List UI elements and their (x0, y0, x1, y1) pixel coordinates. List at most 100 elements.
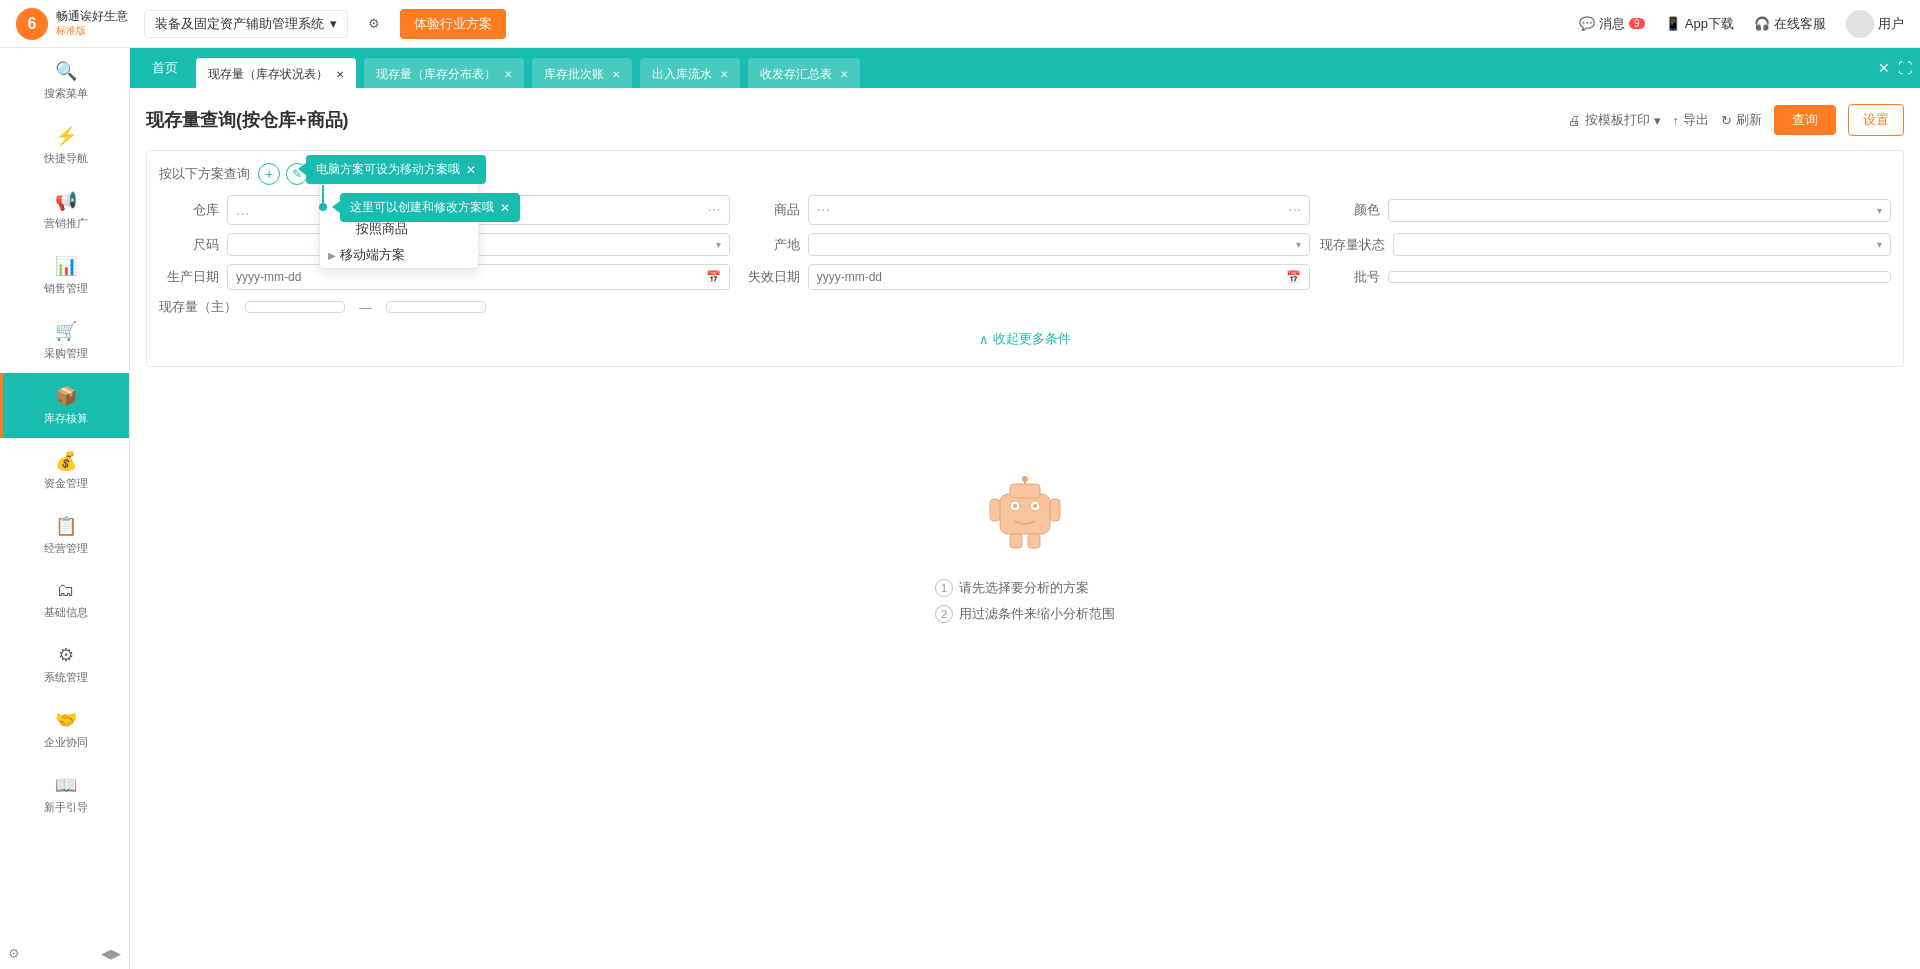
tip-num-1: 1 (935, 579, 953, 597)
search-icon: 🔍 (55, 60, 77, 82)
goods-field: 商品 ··· ··· (740, 195, 1311, 225)
top-right-area: 💬 消息 9 📱 App下载 🎧 在线客服 用户 (1579, 10, 1904, 38)
tab-bar: 首页 现存量（库存状况表） ✕ 现存量（库存分布表） ✕ 库存批次账 ✕ 出入库… (130, 48, 1920, 88)
tab-inout-flow[interactable]: 出入库流水 ✕ (640, 58, 740, 90)
production-date-text-input[interactable] (236, 270, 706, 284)
sidebar: 🔍 搜索菜单 ⚡ 快捷导航 📢 营销推广 📊 销售管理 🛒 采购管理 📦 (0, 48, 130, 969)
sidebar-item-basicinfo[interactable]: 🗂 基础信息 (0, 568, 129, 632)
speaker-icon: 📢 (55, 190, 77, 212)
query-button[interactable]: 查询 (1774, 105, 1836, 135)
tooltip1-close-icon[interactable]: ✕ (466, 163, 476, 177)
empty-tip-2: 2 用过滤条件来缩小分析范围 (935, 601, 1115, 627)
print-label: 按模板打印 (1585, 111, 1650, 129)
svg-rect-1 (1010, 484, 1040, 498)
online-service-button[interactable]: 🎧 在线客服 (1754, 15, 1826, 33)
collapse-button[interactable]: ∧ 收起更多条件 (159, 324, 1891, 354)
stock-main-label: 现存量（主） (159, 298, 237, 316)
collapse-sidebar-icon[interactable]: ◀▶ (101, 946, 121, 961)
message-button[interactable]: 💬 消息 9 (1579, 15, 1645, 33)
color-input[interactable]: ▾ (1388, 199, 1891, 222)
tab-close-icon[interactable]: ✕ (612, 69, 620, 80)
page-content: 现存量查询(按仓库+商品) 🖨 按模板打印 ▾ ↑ 导出 ↻ (130, 88, 1920, 969)
expiry-date-field: 失效日期 📅 (740, 264, 1311, 290)
sidebar-item-label: 快捷导航 (44, 151, 88, 166)
goods-input[interactable]: ··· ··· (808, 195, 1311, 225)
tab-close-icon[interactable]: ✕ (336, 69, 344, 80)
tab-close-all-icon[interactable]: ✕ (1878, 60, 1890, 76)
expiry-date-input[interactable]: 📅 (808, 264, 1311, 290)
sidebar-item-system[interactable]: ⚙ 系统管理 (0, 632, 129, 697)
sidebar-item-inventory[interactable]: 📦 库存核算 (0, 373, 129, 438)
tab-close-icon[interactable]: ✕ (504, 69, 512, 80)
stock-status-input[interactable]: ▾ (1393, 233, 1891, 256)
sidebar-item-search[interactable]: 🔍 搜索菜单 (0, 48, 129, 113)
batch-input[interactable] (1388, 271, 1891, 283)
phone-icon: 📱 (1665, 16, 1681, 31)
user-area[interactable]: 用户 (1846, 10, 1904, 38)
add-scheme-button[interactable]: + (258, 163, 280, 185)
sidebar-item-sales[interactable]: 📊 销售管理 (0, 243, 129, 308)
settings-button[interactable]: 设置 (1848, 104, 1904, 136)
settings-icon[interactable]: ⚙ (360, 10, 388, 38)
sidebar-item-cooperation[interactable]: 🤝 企业协同 (0, 697, 129, 762)
sidebar-item-purchase[interactable]: 🛒 采购管理 (0, 308, 129, 373)
chart-icon: 📊 (55, 255, 77, 277)
print-icon: 🖨 (1568, 113, 1581, 128)
tab-summary[interactable]: 收发存汇总表 ✕ (748, 58, 860, 90)
main-area: 🔍 搜索菜单 ⚡ 快捷导航 📢 营销推广 📊 销售管理 🛒 采购管理 📦 (0, 48, 1920, 969)
sidebar-item-operation[interactable]: 📋 经营管理 (0, 503, 129, 568)
folder-icon: 🗂 (57, 580, 75, 601)
origin-label: 产地 (740, 236, 800, 254)
tab-close-icon[interactable]: ✕ (840, 69, 848, 80)
book-icon: 📖 (55, 774, 77, 796)
sidebar-item-finance[interactable]: 💰 资金管理 (0, 438, 129, 503)
svg-rect-10 (1010, 534, 1022, 548)
message-label: 消息 (1599, 15, 1625, 33)
goods-label: 商品 (740, 201, 800, 219)
tooltip2-wrapper: 这里可以创建和修改方案哦 ✕ (340, 193, 520, 222)
collapse-label: 收起更多条件 (993, 330, 1071, 348)
tab-inventory-dist[interactable]: 现存量（库存分布表） ✕ (364, 58, 524, 90)
tab-close-icon[interactable]: ✕ (720, 69, 728, 80)
empty-illustration (975, 459, 1075, 559)
collapse-area: ∧ 收起更多条件 (159, 324, 1891, 354)
warehouse-more-icon[interactable]: ··· (707, 201, 720, 219)
tip-num-2: 2 (935, 605, 953, 623)
tooltip-create-scheme: 这里可以创建和修改方案哦 ✕ (340, 193, 520, 222)
online-service-label: 在线客服 (1774, 15, 1826, 33)
svg-rect-9 (1050, 499, 1060, 521)
stock-main-input-from[interactable] (245, 301, 345, 313)
refresh-button[interactable]: ↻ 刷新 (1721, 111, 1762, 129)
sidebar-item-guide[interactable]: 📖 新手引导 (0, 762, 129, 827)
tab-fullscreen-icon[interactable]: ⛶ (1898, 60, 1912, 76)
tab-home[interactable]: 首页 (138, 48, 192, 88)
settings-bottom-icon[interactable]: ⚙ (8, 946, 20, 961)
trial-button[interactable]: 体验行业方案 (400, 9, 506, 39)
tooltip2-close-icon[interactable]: ✕ (500, 201, 510, 215)
system-name-selector[interactable]: 装备及固定资产辅助管理系统 ▾ (144, 10, 348, 38)
svg-rect-8 (990, 499, 1000, 521)
stock-main-input-to[interactable] (386, 301, 486, 313)
logo-text-area: 畅通诶好生意 标准版 (56, 9, 128, 39)
goods-dots: ··· (817, 201, 830, 219)
filter-row-4: 现存量（主） — (159, 298, 1891, 316)
chevron-up-icon: ∧ (979, 332, 989, 347)
sidebar-item-label: 采购管理 (44, 346, 88, 361)
goods-more-icon[interactable]: ··· (1288, 201, 1301, 219)
sidebar-item-quicknav[interactable]: ⚡ 快捷导航 (0, 113, 129, 178)
svg-point-7 (1033, 504, 1037, 508)
origin-input[interactable]: ▾ (808, 233, 1311, 256)
app-download-button[interactable]: 📱 App下载 (1665, 15, 1734, 33)
warehouse-label: 仓库 (159, 201, 219, 219)
export-button[interactable]: ↑ 导出 (1673, 111, 1710, 129)
logo-icon: 6 (16, 8, 48, 40)
print-button[interactable]: 🖨 按模板打印 ▾ (1568, 111, 1661, 129)
tab-batch-account[interactable]: 库存批次账 ✕ (532, 58, 632, 90)
production-date-input[interactable]: 📅 (227, 264, 730, 290)
logo-area: 6 畅通诶好生意 标准版 (16, 8, 128, 40)
expiry-date-text-input[interactable] (817, 270, 1287, 284)
tab-inventory-status[interactable]: 现存量（库存状况表） ✕ (196, 58, 356, 90)
sidebar-item-marketing[interactable]: 📢 营销推广 (0, 178, 129, 243)
size-dropdown-icon: ▾ (716, 239, 721, 250)
tooltip1-text: 电脑方案可设为移动方案哦 (316, 161, 460, 178)
